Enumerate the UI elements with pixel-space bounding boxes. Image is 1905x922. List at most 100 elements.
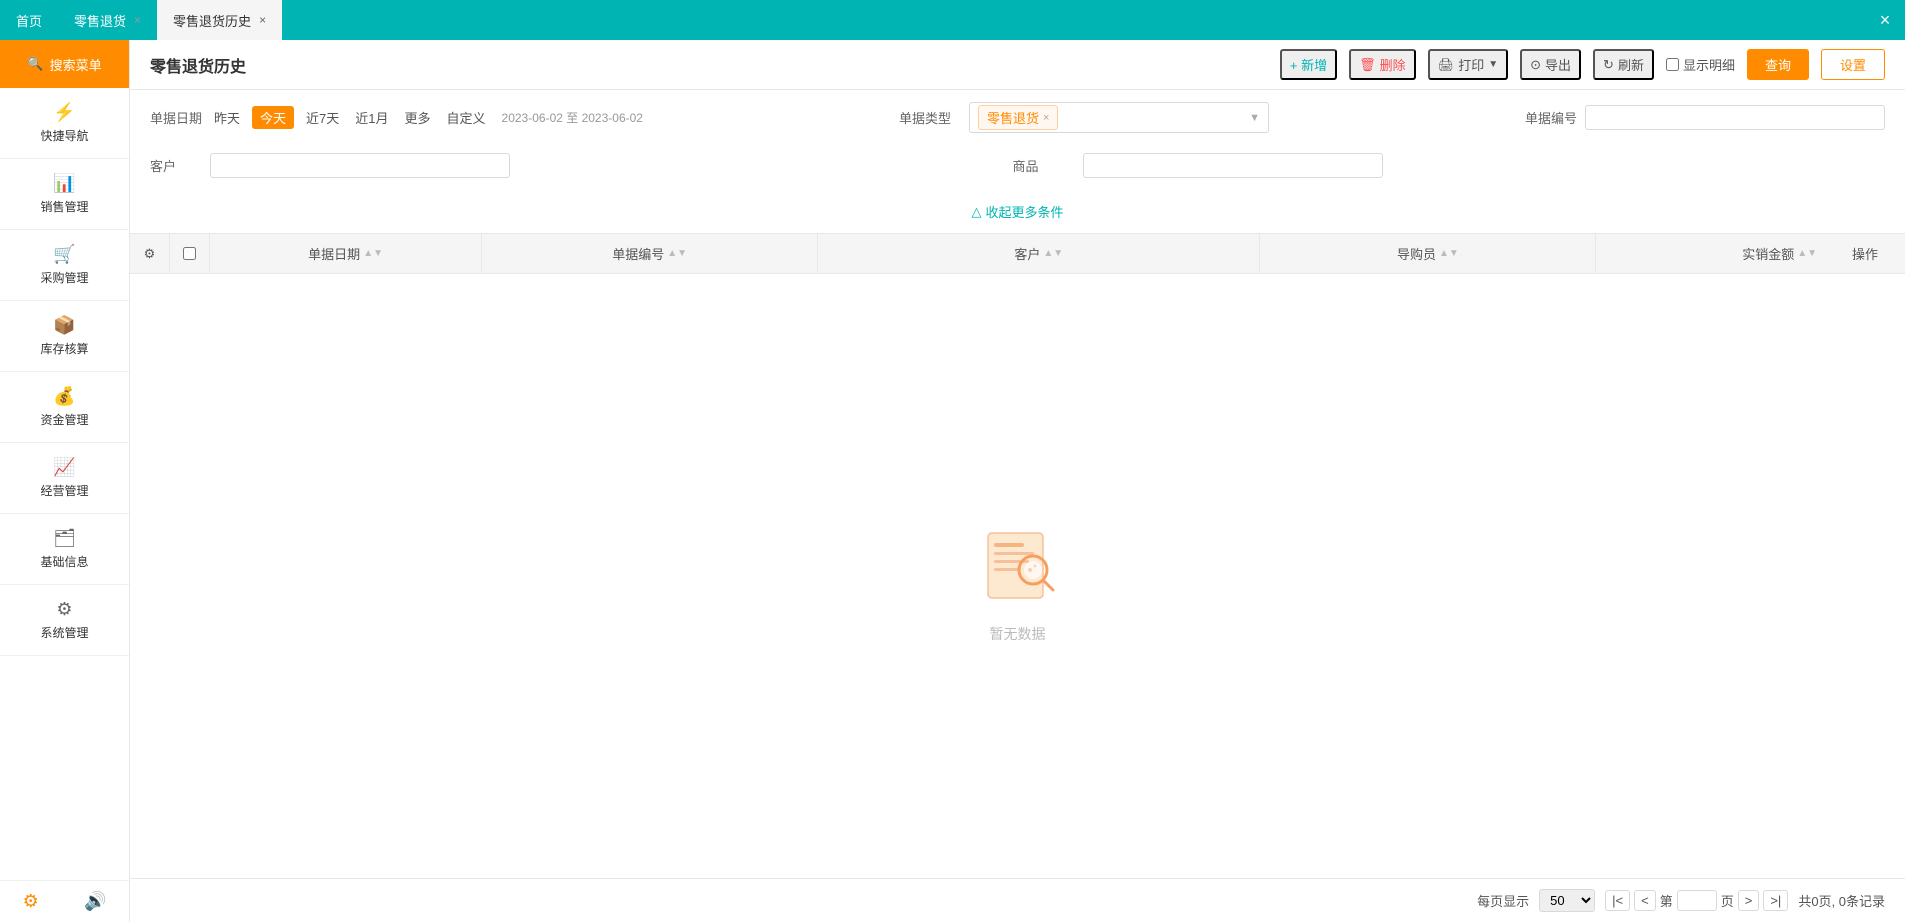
print-chevron-icon: ▼: [1488, 59, 1498, 70]
header-actions: + 新增 🗑 删除 🖨 打印 ▼ ⊙ 导出 ↻ 刷新: [1280, 49, 1885, 80]
print-icon: 🖨: [1438, 57, 1455, 73]
system-icon: ⚙: [56, 599, 72, 620]
amount-sort-icon: ▲▼: [1797, 249, 1817, 259]
sidebar-item-quick-nav[interactable]: ⚡ 快捷导航: [0, 88, 129, 159]
bill-type-label: 单据类型: [899, 108, 969, 127]
th-date[interactable]: 单据日期 ▲▼: [210, 234, 482, 273]
basic-info-icon: 🗂: [53, 528, 76, 549]
next-page-button[interactable]: >: [1738, 890, 1760, 911]
th-bill-no[interactable]: 单据编号 ▲▼: [482, 234, 818, 273]
table-header-row: ⚙ 单据日期 ▲▼ 单据编号 ▲▼ 客户 ▲▼ 导购员: [130, 234, 1905, 274]
tab-home[interactable]: 首页: [0, 0, 58, 40]
th-checkbox[interactable]: [170, 234, 210, 273]
tab-retail-return-history[interactable]: 零售退货历史 ×: [157, 0, 282, 40]
last-page-button[interactable]: >|: [1763, 890, 1788, 911]
date-opt-yesterday[interactable]: 昨天: [210, 106, 244, 129]
page-suffix-label: 页: [1721, 891, 1734, 910]
customer-filter-label: 客户: [150, 156, 210, 175]
pagination-bar: 每页显示 50 20 100 |< < 第 1 页 > >| 共0页, 0条记录: [130, 878, 1905, 922]
export-icon: ⊙: [1530, 57, 1541, 73]
date-range-display: 2023-06-02 至 2023-06-02: [502, 109, 643, 126]
show-detail-input[interactable]: [1666, 58, 1679, 71]
sidebar-item-purchase[interactable]: 🛒 采购管理: [0, 230, 129, 301]
sidebar-search[interactable]: 🔍 搜索菜单: [0, 40, 129, 88]
filter-area: 单据日期 昨天 今天 近7天 近1月 更多 自定义 2023-06-02 至 2…: [130, 90, 1905, 234]
th-settings[interactable]: ⚙: [130, 234, 170, 273]
volume-icon[interactable]: 🔊: [84, 891, 106, 912]
date-opt-custom[interactable]: 自定义: [443, 106, 490, 129]
print-button[interactable]: 🖨 打印 ▼: [1428, 49, 1508, 80]
sidebar: 🔍 搜索菜单 ⚡ 快捷导航 📊 销售管理 🛒 采购管理 📦 库存核算 💰 资金管…: [0, 40, 130, 922]
prev-page-button[interactable]: <: [1634, 890, 1656, 911]
date-opt-today[interactable]: 今天: [252, 106, 294, 129]
refresh-button[interactable]: ↻ 刷新: [1593, 49, 1654, 80]
customer-sort-icon: ▲▼: [1043, 249, 1063, 259]
top-tab-bar: 首页 零售退货 × 零售退货历史 × ×: [0, 0, 1905, 40]
setting-button[interactable]: 设置: [1821, 49, 1885, 80]
quick-nav-icon: ⚡: [53, 102, 75, 123]
sidebar-item-operations[interactable]: 📈 经营管理: [0, 443, 129, 514]
sidebar-item-inventory[interactable]: 📦 库存核算: [0, 301, 129, 372]
table-container: ⚙ 单据日期 ▲▼ 单据编号 ▲▼ 客户 ▲▼ 导购员: [130, 234, 1905, 922]
empty-text: 暂无数据: [990, 624, 1046, 644]
th-customer[interactable]: 客户 ▲▼: [818, 234, 1260, 273]
date-sort-icon: ▲▼: [363, 249, 383, 259]
tab-retail-return-close[interactable]: ×: [134, 13, 141, 27]
sales-icon: 📊: [53, 173, 75, 194]
delete-button[interactable]: 🗑 删除: [1349, 49, 1416, 80]
export-button[interactable]: ⊙ 导出: [1520, 49, 1581, 80]
refresh-icon: ↻: [1603, 57, 1614, 73]
bill-type-chevron-icon: ▼: [1249, 112, 1260, 124]
content-area: 零售退货历史 + 新增 🗑 删除 🖨 打印 ▼ ⊙ 导出 ↻: [130, 40, 1905, 922]
sidebar-footer: ⚙ 🔊: [0, 880, 129, 922]
date-opt-more[interactable]: 更多: [401, 106, 435, 129]
page-title: 零售退货历史: [150, 53, 246, 77]
inventory-icon: 📦: [53, 315, 75, 336]
customer-input[interactable]: [210, 153, 510, 178]
empty-state: 暂无数据: [130, 274, 1905, 878]
bill-type-remove[interactable]: ×: [1043, 112, 1049, 124]
sidebar-item-basic-info[interactable]: 🗂 基础信息: [0, 514, 129, 585]
goods-input[interactable]: [1083, 153, 1383, 178]
per-page-select[interactable]: 50 20 100: [1539, 889, 1595, 912]
sidebar-item-sales[interactable]: 📊 销售管理: [0, 159, 129, 230]
settings-col-icon: ⚙: [144, 246, 156, 262]
date-opt-1month[interactable]: 近1月: [351, 106, 392, 129]
main-layout: 🔍 搜索菜单 ⚡ 快捷导航 📊 销售管理 🛒 采购管理 📦 库存核算 💰 资金管…: [0, 40, 1905, 922]
page-prefix-label: 第: [1660, 891, 1673, 910]
date-opt-7days[interactable]: 近7天: [302, 106, 343, 129]
new-button[interactable]: + 新增: [1280, 49, 1337, 80]
bill-type-tag: 零售退货 ×: [978, 105, 1058, 130]
search-icon: 🔍: [27, 56, 43, 72]
window-close-button[interactable]: ×: [1865, 0, 1905, 40]
bill-no-label: 单据编号: [1525, 108, 1585, 127]
th-guide[interactable]: 导购员 ▲▼: [1260, 234, 1596, 273]
bill-sort-icon: ▲▼: [667, 249, 687, 259]
date-filter-label: 单据日期: [150, 108, 210, 127]
select-all-checkbox[interactable]: [183, 247, 196, 260]
operations-icon: 📈: [53, 457, 75, 478]
filter-row-1: 单据日期 昨天 今天 近7天 近1月 更多 自定义 2023-06-02 至 2…: [150, 102, 1885, 133]
sidebar-item-system[interactable]: ⚙ 系统管理: [0, 585, 129, 656]
collapse-filter-button[interactable]: △ 收起更多条件: [971, 202, 1063, 221]
tab-retail-return-history-close[interactable]: ×: [259, 13, 266, 27]
query-button[interactable]: 查询: [1747, 49, 1809, 80]
bill-type-dropdown[interactable]: 零售退货 × ▼: [969, 102, 1269, 133]
goods-filter-label: 商品: [1013, 156, 1083, 175]
per-page-label: 每页显示: [1477, 891, 1529, 910]
tab-retail-return[interactable]: 零售退货 ×: [58, 0, 157, 40]
settings-icon[interactable]: ⚙: [23, 891, 39, 912]
th-amount[interactable]: 实销金额 ▲▼: [1596, 234, 1825, 273]
first-page-button[interactable]: |<: [1605, 890, 1630, 911]
filter-row-2: 客户 商品: [150, 153, 1885, 178]
date-options: 昨天 今天 近7天 近1月 更多 自定义 2023-06-02 至 2023-0…: [210, 106, 643, 129]
total-info: 共0页, 0条记录: [1798, 891, 1885, 910]
page-number-input[interactable]: 1: [1677, 890, 1717, 911]
empty-illustration: [968, 508, 1068, 608]
sidebar-item-finance[interactable]: 💰 资金管理: [0, 372, 129, 443]
page-header: 零售退货历史 + 新增 🗑 删除 🖨 打印 ▼ ⊙ 导出 ↻: [130, 40, 1905, 90]
bill-no-input[interactable]: [1585, 105, 1885, 130]
page-navigation: |< < 第 1 页 > >|: [1605, 890, 1788, 911]
show-detail-checkbox[interactable]: 显示明细: [1666, 55, 1735, 74]
purchase-icon: 🛒: [53, 244, 75, 265]
